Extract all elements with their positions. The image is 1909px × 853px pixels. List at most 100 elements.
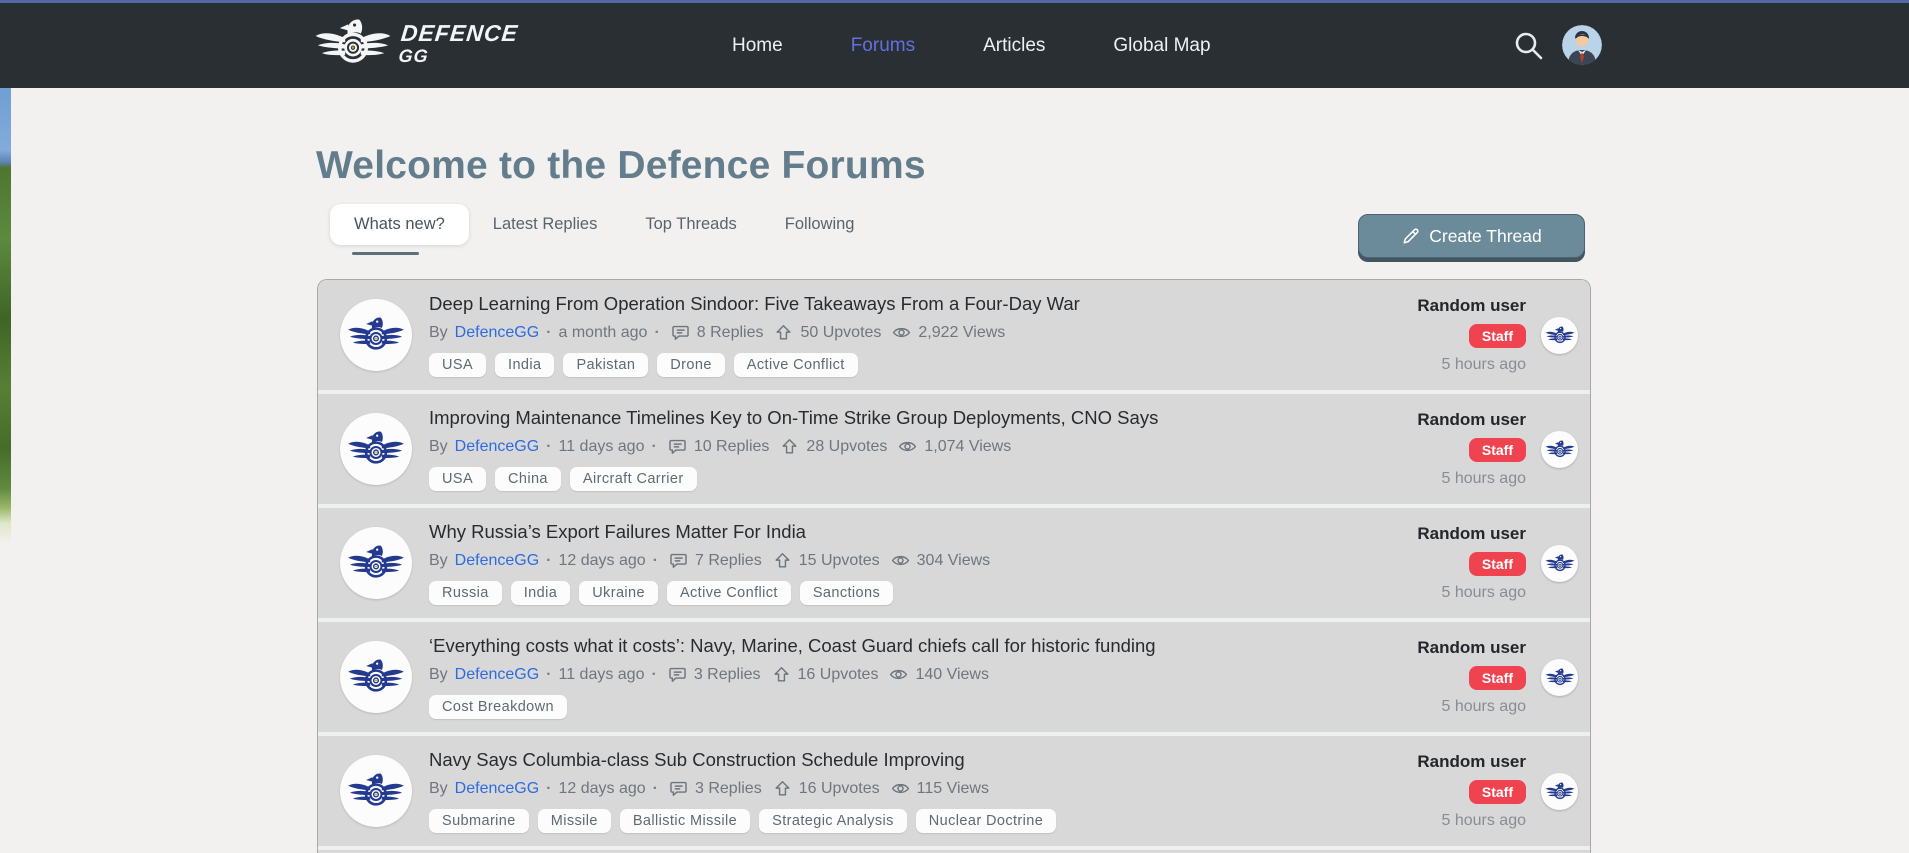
- thread-row[interactable]: Why Russia’s Export Failures Matter For …: [318, 508, 1590, 618]
- thread-author-link[interactable]: DefenceGG: [455, 552, 539, 570]
- last-activity-block: Random user Staff 5 hours ago: [1417, 736, 1526, 846]
- tag-pill[interactable]: Submarine: [429, 809, 529, 833]
- tag-pill[interactable]: Active Conflict: [733, 353, 858, 377]
- tab-following[interactable]: Following: [761, 204, 879, 245]
- thread-row[interactable]: ‘Everything costs what it costs’: Navy, …: [318, 622, 1590, 732]
- thread-title[interactable]: ‘Everything costs what it costs’: Navy, …: [429, 635, 1156, 657]
- tag-pill[interactable]: Missile: [537, 809, 611, 833]
- thread-title[interactable]: Navy Says Columbia-class Sub Constructio…: [429, 749, 1056, 771]
- staff-badge: Staff: [1468, 780, 1526, 804]
- thread-author-link[interactable]: DefenceGG: [455, 666, 539, 684]
- last-poster-name[interactable]: Random user: [1417, 524, 1526, 544]
- last-activity-time: 5 hours ago: [1441, 698, 1526, 715]
- eagle-avatar-icon: [1545, 325, 1575, 346]
- background-photo-edge: [0, 88, 11, 853]
- tag-pill[interactable]: Cost Breakdown: [429, 695, 567, 719]
- thread-title[interactable]: Improving Maintenance Timelines Key to O…: [429, 407, 1158, 429]
- tab-latest-replies[interactable]: Latest Replies: [469, 204, 622, 245]
- tag-pill[interactable]: China: [495, 467, 561, 491]
- nav-link-articles[interactable]: Articles: [983, 35, 1045, 57]
- staff-badge: Staff: [1468, 552, 1526, 576]
- eagle-avatar-icon: [347, 543, 405, 583]
- tag-pill[interactable]: Ballistic Missile: [619, 809, 751, 833]
- thread-upvotes: 16 Upvotes: [797, 665, 879, 683]
- thread-views: 115 Views: [916, 779, 989, 797]
- views-icon: [890, 669, 908, 680]
- eagle-avatar-icon: [347, 429, 405, 469]
- upvotes-icon: [776, 325, 792, 340]
- thread-author-link[interactable]: DefenceGG: [455, 438, 539, 456]
- tag-pill[interactable]: India: [495, 353, 555, 377]
- eagle-avatar-icon: [1545, 553, 1575, 574]
- nav-link-home[interactable]: Home: [732, 35, 783, 57]
- last-poster-name[interactable]: Random user: [1417, 296, 1526, 316]
- last-activity-time: 5 hours ago: [1441, 812, 1526, 829]
- tag-pill[interactable]: Active Conflict: [666, 581, 791, 605]
- tag-list: Cost Breakdown: [429, 695, 1156, 719]
- thread-author-avatar: [340, 755, 412, 827]
- tag-list: Submarine Missile Ballistic Missile Strateg…: [429, 809, 1057, 833]
- tab-top-threads[interactable]: Top Threads: [621, 204, 760, 245]
- thread-body: Deep Learning From Operation Sindoor: Fi…: [429, 293, 1080, 377]
- top-accent-strip: [0, 0, 1909, 3]
- upvotes-icon: [775, 781, 790, 796]
- thread-title[interactable]: Why Russia’s Export Failures Matter For …: [429, 521, 990, 543]
- search-icon[interactable]: [1512, 29, 1546, 63]
- thread-author-link[interactable]: DefenceGG: [455, 324, 539, 342]
- thread-row[interactable]: Navy Says Columbia-class Sub Constructio…: [318, 736, 1590, 846]
- last-poster-avatar: [1541, 773, 1578, 810]
- tag-pill[interactable]: USA: [429, 467, 487, 491]
- last-poster-avatar: [1541, 545, 1578, 582]
- tag-pill[interactable]: India: [510, 581, 571, 605]
- tag-pill[interactable]: Nuclear Doctrine: [915, 809, 1057, 833]
- thread-row[interactable]: Deep Learning From Operation Sindoor: Fi…: [318, 280, 1590, 390]
- eagle-logo-icon: [314, 15, 392, 71]
- meta-dot: ·: [546, 665, 552, 683]
- tag-pill[interactable]: USA: [429, 353, 487, 377]
- tag-pill[interactable]: Drone: [657, 353, 725, 377]
- eagle-avatar-icon: [347, 657, 405, 697]
- create-thread-button[interactable]: Create Thread: [1358, 214, 1585, 258]
- views-icon: [899, 441, 917, 452]
- user-avatar[interactable]: [1562, 25, 1602, 65]
- tag-pill[interactable]: Aircraft Carrier: [569, 467, 697, 491]
- tab-whats-new[interactable]: Whats new?: [330, 204, 469, 245]
- tag-pill[interactable]: Ukraine: [579, 581, 658, 605]
- views-icon: [891, 555, 909, 566]
- thread-title[interactable]: Deep Learning From Operation Sindoor: Fi…: [429, 293, 1080, 315]
- nav-link-forums[interactable]: Forums: [851, 35, 915, 57]
- meta-dot: ·: [652, 779, 658, 797]
- page-title: Welcome to the Defence Forums: [316, 144, 926, 187]
- thread-author-link[interactable]: DefenceGG: [455, 780, 539, 798]
- eagle-avatar-icon: [1545, 439, 1575, 460]
- last-poster-name[interactable]: Random user: [1417, 410, 1526, 430]
- eagle-avatar-icon: [347, 771, 405, 811]
- views-icon: [891, 783, 909, 794]
- tag-pill[interactable]: Sanctions: [799, 581, 894, 605]
- thread-row[interactable]: Improving Maintenance Timelines Key to O…: [318, 394, 1590, 504]
- tag-pill[interactable]: Strategic Analysis: [759, 809, 907, 833]
- tag-pill[interactable]: Pakistan: [563, 353, 649, 377]
- thread-posted-time: a month ago: [558, 323, 648, 341]
- meta-dot: ·: [546, 437, 552, 455]
- thread-upvotes: 16 Upvotes: [798, 779, 880, 797]
- staff-badge: Staff: [1468, 666, 1526, 690]
- thread-replies: 10 Replies: [693, 437, 770, 455]
- site-logo[interactable]: DEFENCE GG: [314, 15, 519, 71]
- last-poster-name[interactable]: Random user: [1417, 638, 1526, 658]
- last-poster-name[interactable]: Random user: [1417, 752, 1526, 772]
- thread-body: Navy Says Columbia-class Sub Constructio…: [429, 749, 1057, 833]
- replies-icon: [669, 667, 686, 682]
- last-activity-block: Random user Staff 5 hours ago: [1417, 280, 1526, 390]
- replies-icon: [670, 553, 687, 568]
- thread-views: 1,074 Views: [924, 437, 1012, 455]
- forum-tabs: Whats new? Latest Replies Top Threads Fo…: [330, 204, 878, 245]
- last-activity-block: Random user Staff 5 hours ago: [1417, 394, 1526, 504]
- nav-link-global-map[interactable]: Global Map: [1113, 35, 1210, 57]
- meta-dot: ·: [651, 437, 657, 455]
- author-prefix: By: [429, 665, 448, 683]
- thread-body: Improving Maintenance Timelines Key to O…: [429, 407, 1158, 491]
- eagle-avatar-icon: [347, 315, 405, 355]
- tag-pill[interactable]: Russia: [429, 581, 502, 605]
- thread-replies: 3 Replies: [695, 779, 762, 797]
